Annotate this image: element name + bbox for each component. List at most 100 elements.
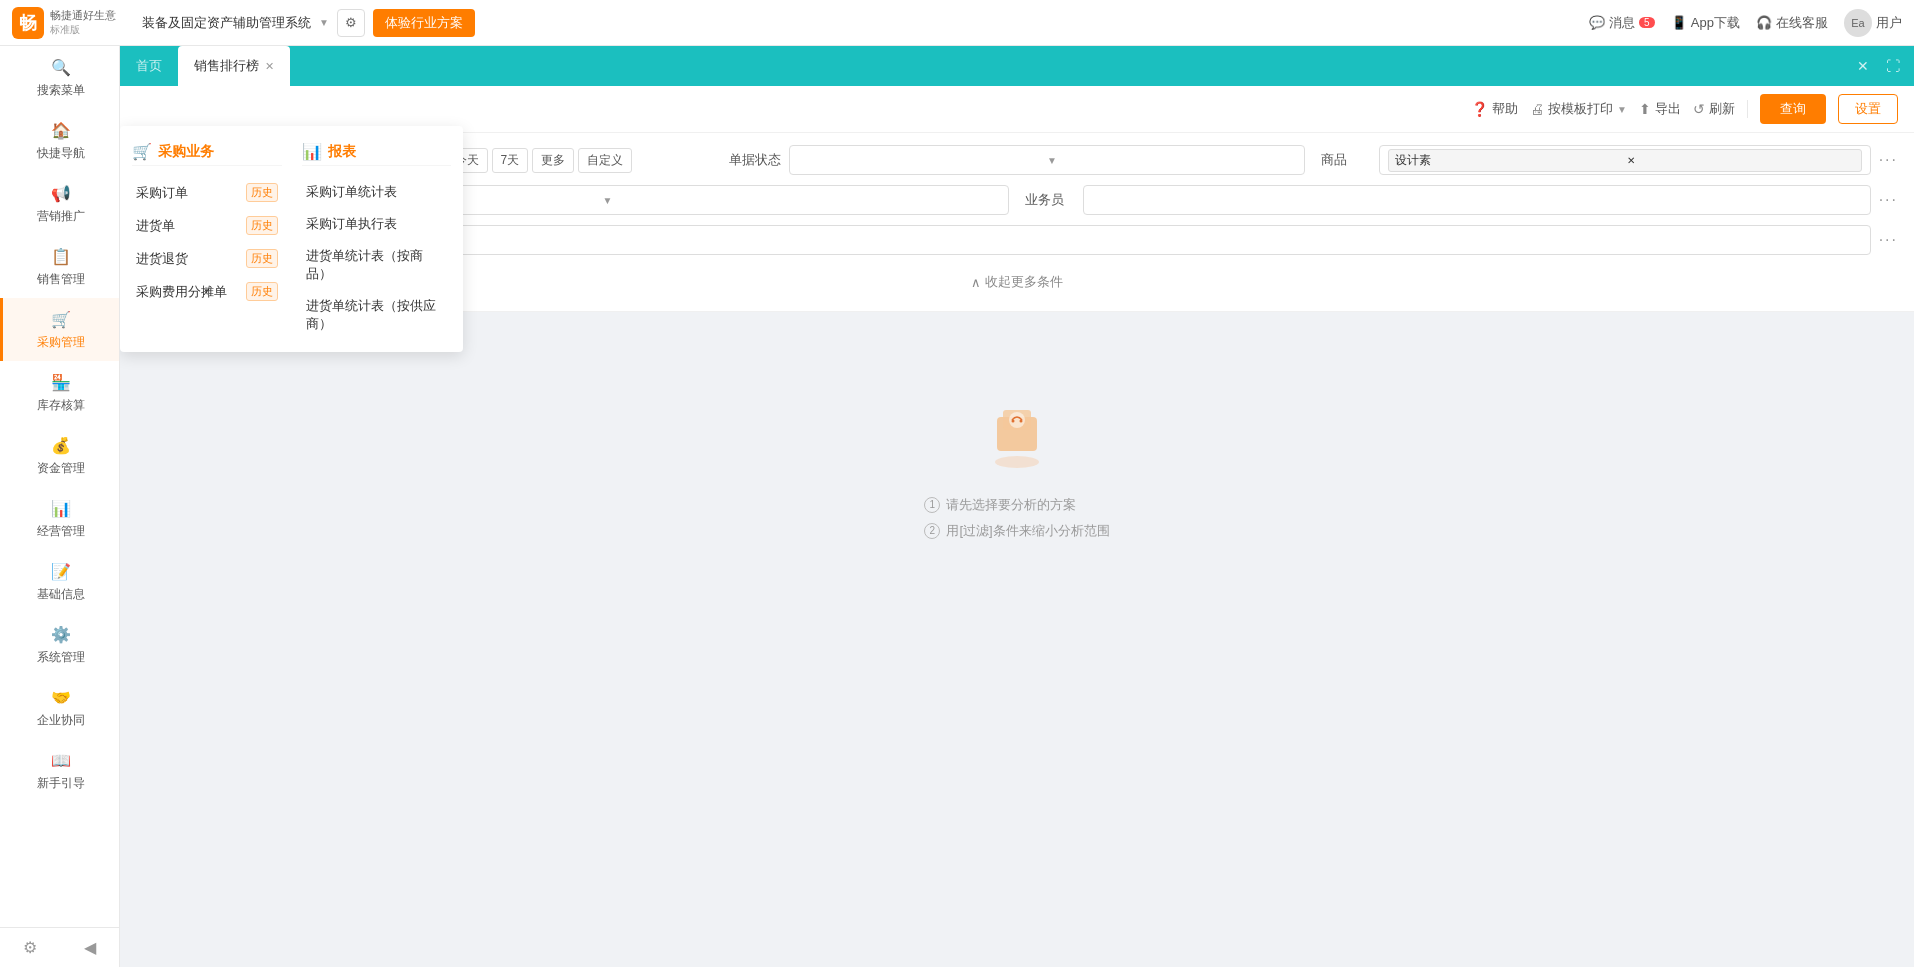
refresh-icon: ↺ bbox=[1693, 101, 1705, 117]
sidebar-settings-btn[interactable]: ⚙ bbox=[23, 938, 37, 957]
tab-close-icon[interactable]: ✕ bbox=[265, 60, 274, 73]
salesperson-more-btn[interactable]: ··· bbox=[1879, 191, 1898, 209]
page-inner: ❓ 帮助 🖨 按模板打印 ▼ ⬆ 导出 ↺ 刷新 查询 设置 bbox=[120, 86, 1914, 624]
empty-tip-2: 2 用[过滤]条件来缩小分析范围 bbox=[924, 518, 1109, 544]
empty-illustration bbox=[977, 392, 1057, 472]
sidebar-label-inventory: 库存核算 bbox=[37, 397, 85, 414]
purchase-report-item-2[interactable]: 进货单统计表（按商品） bbox=[302, 240, 452, 290]
purchase-report-item-1[interactable]: 采购订单执行表 bbox=[302, 208, 452, 240]
bill-status-filter: 单据状态 ▼ bbox=[729, 145, 1306, 175]
gear-button[interactable]: ⚙ bbox=[337, 9, 365, 37]
goods-select[interactable]: 设计素 ✕ bbox=[1379, 145, 1870, 175]
purchase-report-col: 📊 报表 采购订单统计表采购订单执行表进货单统计表（按商品）进货单统计表（按供应… bbox=[302, 138, 452, 340]
sidebar-item-enterprise[interactable]: 🤝 企业协同 bbox=[0, 676, 119, 739]
purchase-report-item-3[interactable]: 进货单统计表（按供应商） bbox=[302, 290, 452, 340]
sidebar-label-marketing: 营销推广 bbox=[37, 208, 85, 225]
user-item[interactable]: Ea 用户 bbox=[1844, 9, 1902, 37]
sidebar-item-purchase[interactable]: 🛒 采购管理 bbox=[0, 298, 119, 361]
salesperson-label: 业务员 bbox=[1025, 191, 1075, 209]
sidebar-item-basic[interactable]: 📝 基础信息 bbox=[0, 550, 119, 613]
business-col-icon: 🛒 bbox=[132, 142, 152, 161]
logo-name: 畅捷通好生意 bbox=[50, 8, 116, 22]
purchase-business-col: 🛒 采购业务 采购订单 历史 进货单 历史 进货退货 历史 采购费用分摊单 历史 bbox=[132, 138, 282, 340]
online-service-label: 在线客服 bbox=[1776, 14, 1828, 32]
time-filter-7days[interactable]: 7天 bbox=[492, 148, 529, 173]
time-filter-more[interactable]: 更多 bbox=[532, 148, 574, 173]
top-header: 畅 畅捷通好生意 标准版 装备及固定资产辅助管理系统 ▼ ⚙ 体验行业方案 💬 … bbox=[0, 0, 1914, 46]
purchase-dropdown-menu: 🛒 采购业务 采购订单 历史 进货单 历史 进货退货 历史 采购费用分摊单 历史… bbox=[120, 126, 463, 352]
customer-more-btn[interactable]: ··· bbox=[1879, 231, 1898, 249]
refresh-btn[interactable]: ↺ 刷新 bbox=[1693, 100, 1735, 118]
tabs-right-controls: ✕ ⛶ bbox=[1850, 53, 1914, 79]
collapse-icon: ∧ bbox=[971, 275, 981, 290]
sidebar-item-inventory[interactable]: 🏪 库存核算 bbox=[0, 361, 119, 424]
bill-status-label: 单据状态 bbox=[729, 151, 781, 169]
sidebar-item-marketing[interactable]: 📢 营销推广 bbox=[0, 172, 119, 235]
sidebar-label-system: 系统管理 bbox=[37, 649, 85, 666]
report-col-icon: 📊 bbox=[302, 142, 322, 161]
sidebar-item-sales[interactable]: 📋 销售管理 bbox=[0, 235, 119, 298]
purchase-biz-item-3[interactable]: 采购费用分摊单 历史 bbox=[132, 275, 282, 308]
message-label: 消息 bbox=[1609, 14, 1635, 32]
help-icon: ❓ bbox=[1471, 101, 1488, 117]
goods-more-btn[interactable]: ··· bbox=[1879, 151, 1898, 169]
history-tag-biz-3: 历史 bbox=[246, 282, 278, 301]
industry-button[interactable]: 体验行业方案 bbox=[373, 9, 475, 37]
sidebar-item-finance[interactable]: 💰 资金管理 bbox=[0, 424, 119, 487]
sidebar-label-sales: 销售管理 bbox=[37, 271, 85, 288]
sidebar-item-quick-nav[interactable]: 🏠 快捷导航 bbox=[0, 109, 119, 172]
time-filter-custom[interactable]: 自定义 bbox=[578, 148, 632, 173]
salesperson-select[interactable] bbox=[1083, 185, 1871, 215]
tab-home[interactable]: 首页 bbox=[120, 46, 178, 86]
search-icon: 🔍 bbox=[50, 56, 72, 78]
sidebar-collapse-btn[interactable]: ◀ bbox=[84, 938, 96, 957]
tab-sales-ranking[interactable]: 销售排行榜 ✕ bbox=[178, 46, 290, 86]
message-icon: 💬 bbox=[1589, 15, 1605, 30]
marketing-icon: 📢 bbox=[50, 182, 72, 204]
goods-tag-close[interactable]: ✕ bbox=[1627, 155, 1855, 166]
finance-icon: 💰 bbox=[50, 434, 72, 456]
app-download-item[interactable]: 📱 App下载 bbox=[1671, 14, 1740, 32]
empty-tip-1: 1 请先选择要分析的方案 bbox=[924, 492, 1109, 518]
tab-maximize-btn[interactable]: ⛶ bbox=[1880, 53, 1906, 79]
salesperson-filter: 业务员 ··· bbox=[1025, 185, 1898, 215]
message-badge: 5 bbox=[1639, 17, 1655, 28]
user-avatar: Ea bbox=[1844, 9, 1872, 37]
goods-filter: 商品 设计素 ✕ ··· bbox=[1321, 145, 1898, 175]
sidebar-label-search: 搜索菜单 bbox=[37, 82, 85, 99]
sidebar-item-system[interactable]: ⚙️ 系统管理 bbox=[0, 613, 119, 676]
sidebar-item-guide[interactable]: 📖 新手引导 bbox=[0, 739, 119, 802]
inventory-icon: 🏪 bbox=[50, 371, 72, 393]
print-btn[interactable]: 🖨 按模板打印 ▼ bbox=[1530, 100, 1627, 118]
sidebar-item-search[interactable]: 🔍 搜索菜单 bbox=[0, 46, 119, 109]
goods-label: 商品 bbox=[1321, 151, 1371, 169]
settings-button[interactable]: 设置 bbox=[1838, 94, 1898, 124]
mobile-icon: 📱 bbox=[1671, 15, 1687, 30]
sidebar-label-operations: 经营管理 bbox=[37, 523, 85, 540]
sidebar-label-enterprise: 企业协同 bbox=[37, 712, 85, 729]
purchase-report-header: 📊 报表 bbox=[302, 138, 452, 166]
print-icon: 🖨 bbox=[1530, 101, 1544, 117]
history-tag-biz-0: 历史 bbox=[246, 183, 278, 202]
empty-tips: 1 请先选择要分析的方案 2 用[过滤]条件来缩小分析范围 bbox=[924, 492, 1109, 544]
online-service-item[interactable]: 🎧 在线客服 bbox=[1756, 14, 1828, 32]
sidebar-item-operations[interactable]: 📊 经营管理 bbox=[0, 487, 119, 550]
export-btn[interactable]: ⬆ 导出 bbox=[1639, 100, 1681, 118]
app-download-label: App下载 bbox=[1691, 14, 1740, 32]
history-tag-biz-1: 历史 bbox=[246, 216, 278, 235]
purchase-biz-item-0[interactable]: 采购订单 历史 bbox=[132, 176, 282, 209]
rank-item-arrow: ▼ bbox=[603, 195, 1001, 206]
svg-point-0 bbox=[995, 456, 1039, 468]
bill-status-select[interactable]: ▼ bbox=[789, 145, 1306, 175]
sidebar-label-guide: 新手引导 bbox=[37, 775, 85, 792]
empty-state: 1 请先选择要分析的方案 2 用[过滤]条件来缩小分析范围 bbox=[120, 312, 1914, 624]
purchase-report-item-0[interactable]: 采购订单统计表 bbox=[302, 176, 452, 208]
tab-close-all-btn[interactable]: ✕ bbox=[1850, 53, 1876, 79]
system-dropdown-arrow[interactable]: ▼ bbox=[319, 17, 329, 28]
message-item[interactable]: 💬 消息 5 bbox=[1589, 14, 1655, 32]
query-button[interactable]: 查询 bbox=[1760, 94, 1826, 124]
svg-point-5 bbox=[1020, 420, 1023, 423]
help-btn[interactable]: ❓ 帮助 bbox=[1471, 100, 1518, 118]
purchase-biz-item-2[interactable]: 进货退货 历史 bbox=[132, 242, 282, 275]
purchase-biz-item-1[interactable]: 进货单 历史 bbox=[132, 209, 282, 242]
